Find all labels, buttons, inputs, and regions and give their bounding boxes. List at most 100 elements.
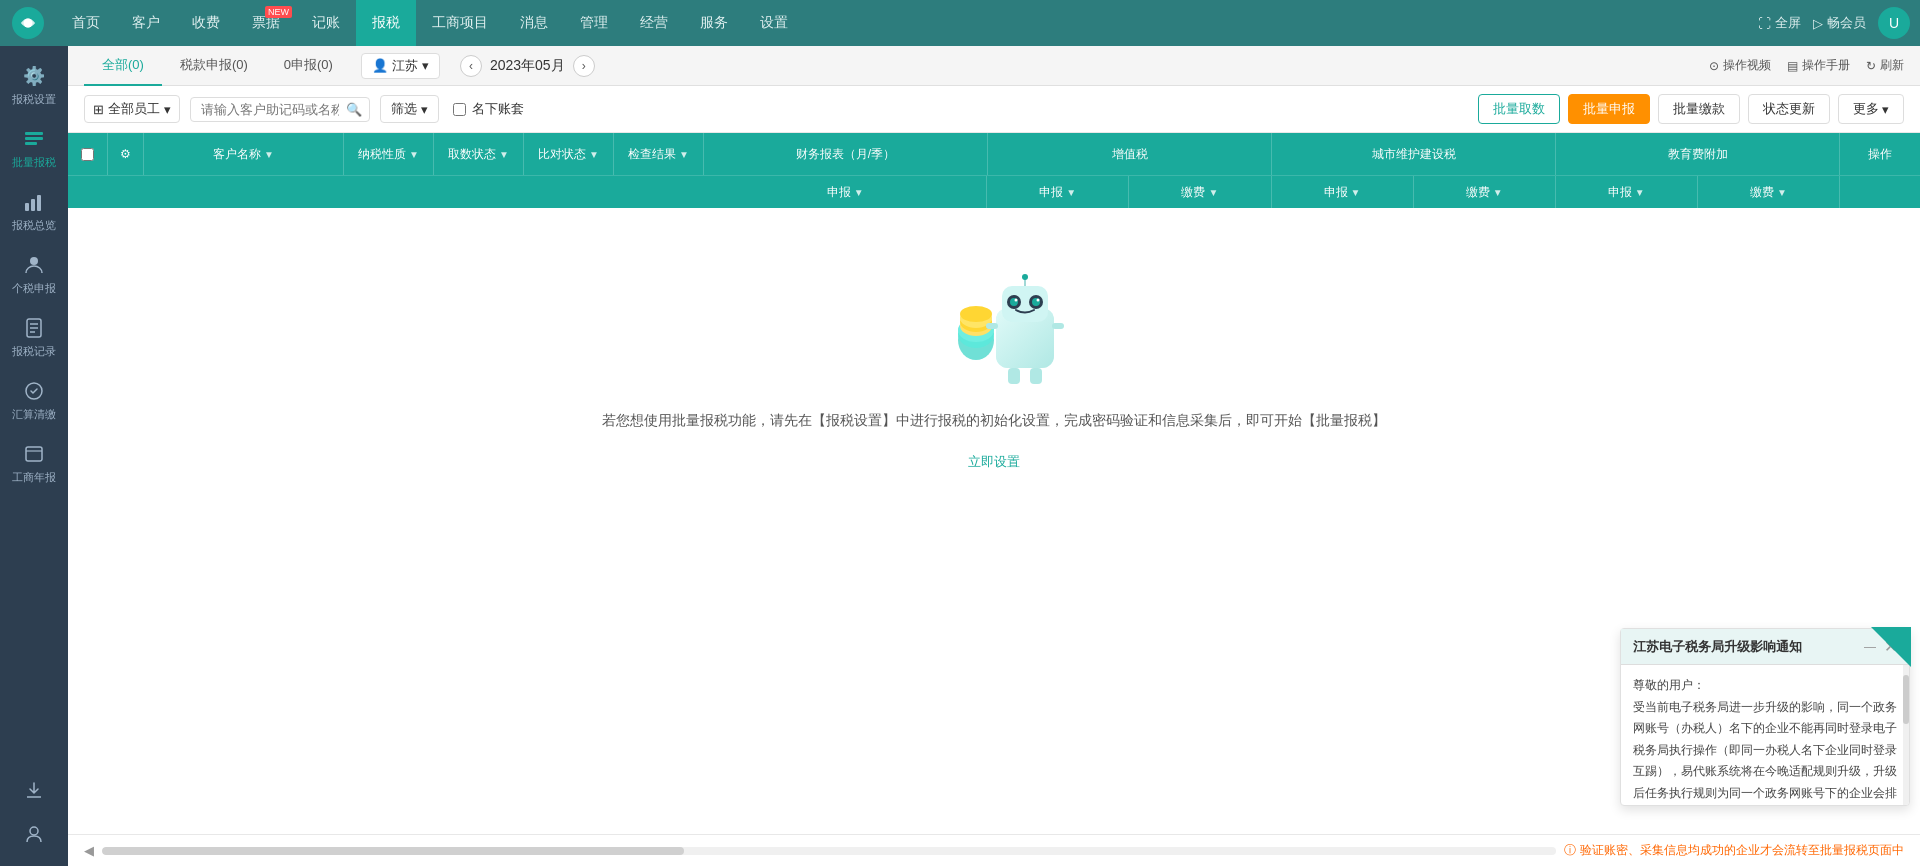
sidebar-item-annual-report[interactable]: 工商年报 [0,432,68,495]
refresh-icon: ↻ [1866,59,1876,73]
employee-select[interactable]: ⊞ 全部员工 ▾ [84,95,180,123]
notif-title: 江苏电子税务局升级影响通知 [1633,638,1802,656]
nav-service[interactable]: 服务 [684,0,744,46]
tax-record-icon [22,316,46,340]
search-icon[interactable]: 🔍 [346,102,362,117]
date-prev-btn[interactable]: ‹ [460,55,482,77]
filter-icon[interactable]: ▼ [1635,187,1645,198]
nav-bookkeeping[interactable]: 记账 [296,0,356,46]
th-gear[interactable]: ⚙ [108,133,144,175]
filter-icon[interactable]: ▼ [499,149,509,160]
nav-items: 首页 客户 收费 票据 NEW 记账 报税 工商项目 消息 管理 经营 服务 设… [56,0,1758,46]
sidebar-item-tax-overview[interactable]: 报税总览 [0,180,68,243]
sidebar-item-annual-settlement[interactable]: 汇算清缴 [0,369,68,432]
filter-icon[interactable]: ▼ [854,187,864,198]
notif-close-btn[interactable]: ✕ [1884,637,1897,656]
filter-icon[interactable]: ▼ [409,149,419,160]
sidebar-item-batch-tax[interactable]: 批量报税 [0,117,68,180]
filter-btn[interactable]: 筛选 ▾ [380,95,439,123]
notif-minimize-btn[interactable]: — [1864,640,1876,654]
nav-tax[interactable]: 报税 [356,0,416,46]
th-operation: 操作 [1840,133,1920,175]
filter-icon[interactable]: ▼ [589,149,599,160]
filter-icon[interactable]: ▼ [264,149,274,160]
empty-state: 若您想使用批量报税功能，请先在【报税设置】中进行报税的初始化设置，完成密码验证和… [68,208,1920,531]
filter-icon[interactable]: ▼ [679,149,689,160]
th-compare-status: 比对状态 ▼ [524,133,614,175]
nav-customer[interactable]: 客户 [116,0,176,46]
nav-fee[interactable]: 收费 [176,0,236,46]
dropdown-icon: ▾ [164,102,171,117]
fullscreen-icon: ⛶ [1758,16,1771,31]
search-input[interactable] [190,97,370,122]
notif-body: 尊敬的用户： 受当前电子税务局进一步升级的影响，同一个政务网账号（办税人）名下的… [1621,665,1909,805]
th-finance-declare: 申报▼ [704,176,987,208]
tab-all[interactable]: 全部(0) [84,46,162,86]
th-city-declare: 申报▼ [1272,176,1414,208]
scroll-track[interactable] [102,847,1556,855]
sidebar-item-tax-record[interactable]: 报税记录 [0,306,68,369]
vip-btn[interactable]: ▷ 畅会员 [1813,14,1866,32]
top-nav: 首页 客户 收费 票据 NEW 记账 报税 工商项目 消息 管理 经营 服务 设… [0,0,1920,46]
filter-icon[interactable]: ▼ [1066,187,1076,198]
th-vat-group: 增值税 [988,133,1272,175]
select-all-checkbox[interactable] [81,148,94,161]
th-education-group: 教育费附加 [1556,133,1840,175]
fullscreen-btn[interactable]: ⛶ 全屏 [1758,14,1801,32]
batch-declare-btn[interactable]: 批量申报 [1568,94,1650,124]
grid-icon: ⊞ [93,102,104,117]
warning-text: ⓘ 验证账密、采集信息均成功的企业才会流转至批量报税页面中 [1564,842,1904,859]
batch-fetch-btn[interactable]: 批量取数 [1478,94,1560,124]
scroll-left-arrow[interactable]: ◀ [84,843,94,858]
tab-bar: 全部(0) 税款申报(0) 0申报(0) 👤 江苏 ▾ ‹ 2023年05月 ›… [68,46,1920,86]
notification-panel: 江苏电子税务局升级影响通知 — ✕ 尊敬的用户： 受当前电子税务局进一步升级的影… [1620,628,1910,806]
svg-rect-36 [986,323,998,329]
svg-rect-4 [25,142,37,145]
date-next-btn[interactable]: › [573,55,595,77]
name-account-checkbox[interactable] [453,103,466,116]
sidebar-item-personal-tax[interactable]: 个税申报 [0,243,68,306]
tax-overview-icon [22,190,46,214]
new-badge: NEW [265,6,292,18]
status-update-btn[interactable]: 状态更新 [1748,94,1830,124]
nav-home[interactable]: 首页 [56,0,116,46]
region-icon: 👤 [372,58,388,73]
table-header-bottom: 申报▼ 申报▼ 缴费▼ 申报▼ 缴费▼ 申报▼ [68,176,1920,208]
svg-point-24 [960,306,992,322]
nav-manage[interactable]: 管理 [564,0,624,46]
search-input-wrap: 🔍 [190,97,370,122]
th-checkbox[interactable] [68,133,108,175]
tab-tax-declare[interactable]: 税款申报(0) [162,46,266,86]
tab-zero-declare[interactable]: 0申报(0) [266,46,351,86]
batch-pay-btn[interactable]: 批量缴款 [1658,94,1740,124]
svg-point-33 [1037,299,1040,302]
nav-business[interactable]: 工商项目 [416,0,504,46]
user-avatar[interactable]: U [1878,7,1910,39]
th-city-pay: 缴费▼ [1414,176,1556,208]
region-selector[interactable]: 👤 江苏 ▾ [361,53,440,79]
batch-tax-icon [22,127,46,151]
nav-operation[interactable]: 经营 [624,0,684,46]
svg-rect-37 [1052,323,1064,329]
filter-icon[interactable]: ▼ [1208,187,1218,198]
setup-link[interactable]: 立即设置 [968,453,1020,471]
nav-message[interactable]: 消息 [504,0,564,46]
sidebar-item-tax-settings[interactable]: ⚙️ 报税设置 [0,54,68,117]
svg-rect-38 [1008,368,1020,384]
refresh-btn[interactable]: ↻ 刷新 [1866,57,1904,74]
th-customer-name: 客户名称 ▼ [144,133,344,175]
operation-manual-btn[interactable]: ▤ 操作手册 [1787,57,1850,74]
filter-icon[interactable]: ▼ [1777,187,1787,198]
sidebar-user[interactable] [0,812,68,856]
personal-tax-icon [22,253,46,277]
nav-settings[interactable]: 设置 [744,0,804,46]
nav-invoice[interactable]: 票据 NEW [236,0,296,46]
filter-icon[interactable]: ▼ [1493,187,1503,198]
th-edu-pay: 缴费▼ [1698,176,1840,208]
annual-settlement-icon [22,379,46,403]
scroll-thumb [102,847,684,855]
operation-video-btn[interactable]: ⊙ 操作视频 [1709,57,1771,74]
filter-icon[interactable]: ▼ [1351,187,1361,198]
more-btn[interactable]: 更多 ▾ [1838,94,1904,124]
sidebar-download[interactable] [0,768,68,812]
